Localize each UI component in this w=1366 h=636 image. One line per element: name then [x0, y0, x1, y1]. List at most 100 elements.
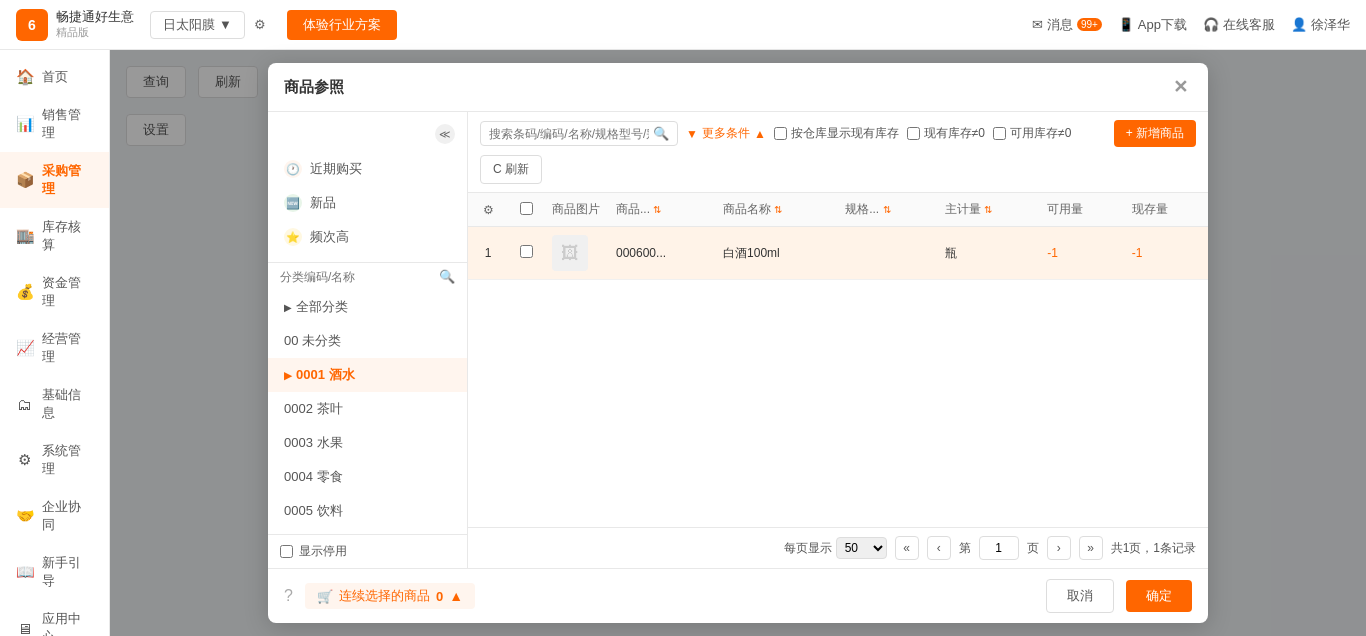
cb-warehouse-label[interactable]: 按仓库显示现有库存: [774, 125, 899, 142]
product-image: 🖼: [552, 235, 588, 271]
category-0001[interactable]: ▶ 0001 酒水: [268, 358, 467, 392]
category-00[interactable]: 00 未分类: [268, 324, 467, 358]
all-category-label: 全部分类: [296, 298, 348, 316]
sidebar-item-collab[interactable]: 🤝 企业协同: [0, 488, 109, 544]
th-name[interactable]: 商品名称 ⇅: [715, 193, 837, 227]
category-search-icon[interactable]: 🔍: [439, 269, 455, 284]
left-tab-recent-label: 近期购买: [310, 160, 362, 178]
show-disabled-checkbox[interactable]: [280, 545, 293, 558]
modal-title: 商品参照: [284, 78, 344, 97]
modal-body: ≪ 🕐 近期购买 🆕 新品 ⭐: [268, 112, 1208, 568]
cat00-label: 00 未分类: [284, 332, 341, 350]
select-all-checkbox[interactable]: [520, 202, 533, 215]
th-code[interactable]: 商品... ⇅: [608, 193, 715, 227]
col-settings[interactable]: ⚙: [468, 193, 508, 227]
cell-num: 1: [468, 227, 508, 280]
sidebar-item-home[interactable]: 🏠 首页: [0, 58, 109, 96]
category-0005[interactable]: 0005 饮料: [268, 494, 467, 528]
sort-spec-icon: ⇅: [883, 204, 891, 215]
refresh-btn[interactable]: C 刷新: [480, 155, 542, 184]
first-page-btn[interactable]: «: [895, 536, 919, 560]
cell-code: 000600...: [608, 227, 715, 280]
prev-page-btn[interactable]: ‹: [927, 536, 951, 560]
category-search: 🔍: [268, 263, 467, 290]
category-0002[interactable]: 0002 茶叶: [268, 392, 467, 426]
left-tab-frequent[interactable]: ⭐ 频次高: [268, 220, 467, 254]
messages-btn[interactable]: ✉ 消息 99+: [1032, 16, 1102, 34]
category-all[interactable]: ▶ 全部分类: [268, 290, 467, 324]
finance-icon: 💰: [16, 283, 34, 301]
sidebar-item-finance[interactable]: 💰 资金管理: [0, 264, 109, 320]
help-icon[interactable]: ?: [284, 587, 293, 605]
sidebar-label-purchase: 采购管理: [42, 162, 93, 198]
online-service-btn[interactable]: 🎧 在线客服: [1203, 16, 1275, 34]
cart-icon: 🛒: [317, 589, 333, 604]
pagination: 每页显示 10 20 50 100 « ‹ 第: [468, 527, 1208, 568]
inventory-icon: 🏬: [16, 227, 34, 245]
cell-checkbox[interactable]: [508, 227, 544, 280]
sidebar-item-sales[interactable]: 📊 销售管理: [0, 96, 109, 152]
cb-stock-label[interactable]: 现有库存≠0: [907, 125, 985, 142]
left-tab-recent[interactable]: 🕐 近期购买: [268, 152, 467, 186]
filter-btn[interactable]: ▼ 更多条件 ▲: [686, 125, 766, 142]
messages-badge: 99+: [1077, 18, 1102, 31]
last-page-btn[interactable]: »: [1079, 536, 1103, 560]
sidebar-item-inventory[interactable]: 🏬 库存核算: [0, 208, 109, 264]
show-disabled-label: 显示停用: [299, 543, 347, 560]
category-0004[interactable]: 0004 零食: [268, 460, 467, 494]
collapse-panel-btn[interactable]: ≪: [435, 124, 455, 144]
modal-close-button[interactable]: ✕: [1168, 75, 1192, 99]
sidebar-item-apps[interactable]: 🖥 应用中心: [0, 600, 109, 636]
cart-btn[interactable]: 🛒 连续选择的商品 0 ▲: [305, 583, 475, 609]
th-spec[interactable]: 规格... ⇅: [837, 193, 936, 227]
app-download-label: App下载: [1138, 16, 1187, 34]
footer-right: 取消 确定: [1046, 579, 1192, 613]
sidebar-item-purchase[interactable]: 📦 采购管理: [0, 152, 109, 208]
online-service-label: 在线客服: [1223, 16, 1275, 34]
row-checkbox[interactable]: [520, 245, 533, 258]
page-number-input[interactable]: [979, 536, 1019, 560]
left-tab-new[interactable]: 🆕 新品: [268, 186, 467, 220]
cb-available-label[interactable]: 可用库存≠0: [993, 125, 1071, 142]
footer-collapse-icon[interactable]: ▲: [449, 588, 463, 604]
category-0003[interactable]: 0003 水果: [268, 426, 467, 460]
table-row[interactable]: 1 🖼 000600... 白酒100ml: [468, 227, 1208, 280]
apps-icon: 🖥: [16, 619, 34, 636]
sidebar-item-guide[interactable]: 📖 新手引导: [0, 544, 109, 600]
cat0004-label: 0004 零食: [284, 468, 343, 486]
cb-available[interactable]: [993, 127, 1006, 140]
cb-stock[interactable]: [907, 127, 920, 140]
cell-name: 白酒100ml: [715, 227, 837, 280]
left-tab-freq-label: 频次高: [310, 228, 349, 246]
sort-unit-icon: ⇅: [984, 204, 992, 215]
confirm-btn[interactable]: 确定: [1126, 580, 1192, 612]
th-code-label: 商品...: [616, 202, 650, 216]
th-stock: 现存量: [1124, 193, 1208, 227]
per-page-dropdown[interactable]: 10 20 50 100: [836, 537, 887, 559]
app-download-btn[interactable]: 📱 App下载: [1118, 16, 1187, 34]
cancel-btn[interactable]: 取消: [1046, 579, 1114, 613]
gear-button[interactable]: ⚙: [245, 10, 275, 40]
new-icon: 🆕: [284, 194, 302, 212]
sidebar-label-info: 基础信息: [42, 386, 93, 422]
logo-area: 6 畅捷通好生意 精品版: [16, 9, 134, 41]
cb-stock-text: 现有库存≠0: [924, 125, 985, 142]
exp-btn[interactable]: 体验行业方案: [287, 10, 397, 40]
th-unit[interactable]: 主计量 ⇅: [937, 193, 1040, 227]
add-product-btn[interactable]: + 新增商品: [1114, 120, 1196, 147]
modal: 商品参照 ✕ ≪ 🕐 近期购买: [268, 63, 1208, 623]
next-page-btn[interactable]: ›: [1047, 536, 1071, 560]
search-input[interactable]: [489, 127, 649, 141]
nav-dropdown[interactable]: 日太阳膜 ▼: [150, 11, 245, 39]
sidebar-item-business[interactable]: 📈 经营管理: [0, 320, 109, 376]
sidebar-item-system[interactable]: ⚙ 系统管理: [0, 432, 109, 488]
sidebar-item-info[interactable]: 🗂 基础信息: [0, 376, 109, 432]
cb-warehouse-text: 按仓库显示现有库存: [791, 125, 899, 142]
search-icon[interactable]: 🔍: [653, 126, 669, 141]
category-search-input[interactable]: [280, 270, 435, 284]
cb-warehouse[interactable]: [774, 127, 787, 140]
sidebar-label-sales: 销售管理: [42, 106, 93, 142]
user-avatar[interactable]: 👤 徐泽华: [1291, 16, 1350, 34]
cell-spec: [837, 227, 936, 280]
top-nav: 6 畅捷通好生意 精品版 日太阳膜 ▼ ⚙ 体验行业方案 ✉ 消息 99+ 📱 …: [0, 0, 1366, 50]
